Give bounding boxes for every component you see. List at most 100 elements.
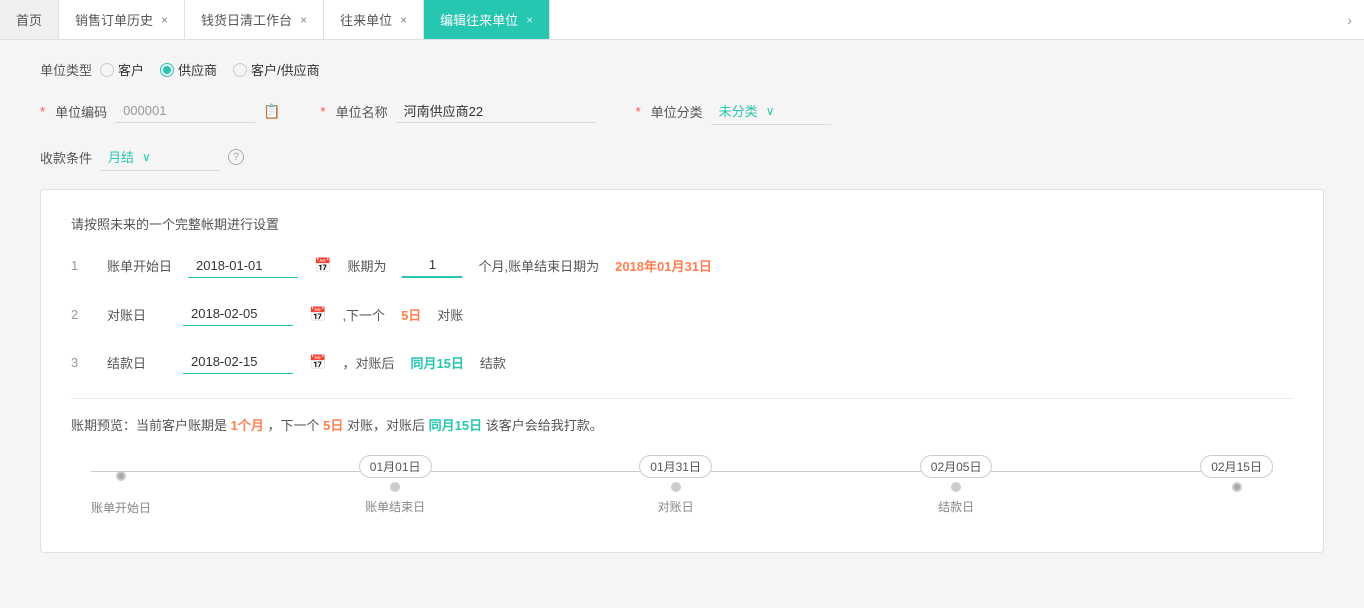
payment-date-input[interactable] xyxy=(183,350,293,374)
tab-counterpart[interactable]: 往来单位 × xyxy=(324,0,424,39)
preview-suffix: 该客户会给我打款。 xyxy=(486,418,603,433)
period-unit: 个月,账单结束日期为 xyxy=(478,256,599,275)
radio-both-label: 客户/供应商 xyxy=(251,60,320,79)
unit-category-label: 单位分类 xyxy=(651,102,703,121)
tab-edit-counterpart-close[interactable]: × xyxy=(526,13,533,27)
tab-sales-order[interactable]: 销售订单历史 × xyxy=(59,0,185,39)
payment-condition-value: 月结 xyxy=(108,147,134,166)
tl-dot-2 xyxy=(671,482,681,492)
tab-bar: 首页 销售订单历史 × 钱货日清工作台 × 往来单位 × 编辑往来单位 × › xyxy=(0,0,1364,40)
help-icon[interactable]: ? xyxy=(228,149,244,165)
chevron-down-icon: ∨ xyxy=(766,104,775,118)
tl-dot-1 xyxy=(390,482,400,492)
start-date-cal-icon[interactable]: 📅 xyxy=(314,257,331,274)
reconcile-note-suffix: 对账 xyxy=(437,305,463,324)
unit-code-label: 单位编码 xyxy=(55,102,107,121)
unit-category-star: * xyxy=(636,104,641,119)
payment-note-suffix: 结款 xyxy=(480,353,506,372)
payment-condition-chevron: ∨ xyxy=(142,150,151,164)
unit-code-icon[interactable]: 📋 xyxy=(263,103,280,120)
end-date-highlight: 2018年01月31日 xyxy=(615,256,712,275)
payment-condition-label: 收款条件 xyxy=(40,148,92,167)
unit-info-row: * 单位编码 📋 * 单位名称 * 单位分类 未分类 ∨ xyxy=(40,97,1324,125)
tl-sub-0: 账单开始日 xyxy=(91,499,151,516)
unit-type-row: 单位类型 客户 供应商 客户/供应商 xyxy=(40,60,1324,79)
radio-both[interactable]: 客户/供应商 xyxy=(233,60,320,79)
radio-group: 客户 供应商 客户/供应商 xyxy=(100,60,320,79)
card-instruction: 请按照未来的一个完整帐期进行设置 xyxy=(71,214,1293,233)
tl-label-4: 02月15日 xyxy=(1200,455,1273,478)
start-date-input[interactable] xyxy=(188,254,298,278)
payment-condition-select[interactable]: 月结 ∨ xyxy=(100,143,220,171)
tl-dot-3 xyxy=(951,482,961,492)
radio-supplier[interactable]: 供应商 xyxy=(160,60,217,79)
unit-name-star: * xyxy=(321,104,326,119)
reconcile-note-prefix: ,下一个 xyxy=(342,305,385,324)
reconcile-date-cal-icon[interactable]: 📅 xyxy=(309,306,326,323)
tab-arrow[interactable]: › xyxy=(1335,12,1364,28)
tab-sales-order-label: 销售订单历史 xyxy=(75,10,153,29)
tab-home-label: 首页 xyxy=(16,10,42,29)
tl-label-2: 01月31日 xyxy=(639,455,712,478)
tl-point-1: 01月01日 账单结束日 xyxy=(359,455,432,515)
payment-date-label: 结款日 xyxy=(107,353,167,372)
tab-sales-order-close[interactable]: × xyxy=(161,13,168,27)
page-content: 单位类型 客户 供应商 客户/供应商 * 单位编码 xyxy=(0,40,1364,608)
unit-category-value: 未分类 xyxy=(719,101,758,120)
period-input[interactable] xyxy=(402,253,462,278)
unit-name-label: 单位名称 xyxy=(336,102,388,121)
unit-type-label: 单位类型 xyxy=(40,60,92,79)
payment-condition-row: 收款条件 月结 ∨ ? xyxy=(40,143,1324,171)
timeline-points: 账单开始日 01月01日 账单结束日 01月31日 对账日 xyxy=(91,463,1273,523)
unit-category-select[interactable]: 未分类 ∨ xyxy=(711,97,831,125)
payment-note-highlight: 同月15日 xyxy=(410,353,463,372)
timeline: 账单开始日 01月01日 账单结束日 01月31日 对账日 xyxy=(71,458,1293,528)
preview-part2: 5日 xyxy=(323,418,343,433)
tab-cash-reconcile-label: 钱货日清工作台 xyxy=(201,10,292,29)
preview-part1: 1个月 xyxy=(231,418,264,433)
radio-supplier-label: 供应商 xyxy=(178,60,217,79)
tab-cash-reconcile[interactable]: 钱货日清工作台 × xyxy=(185,0,324,39)
preview-part3: 同月15日 xyxy=(429,418,482,433)
unit-code-input[interactable] xyxy=(115,99,255,123)
preview-mid2: 对账，对账后 xyxy=(347,418,425,433)
preview-mid1: ，下一个 xyxy=(268,418,320,433)
payment-date-cal-icon[interactable]: 📅 xyxy=(309,354,326,371)
tl-point-2: 01月31日 对账日 xyxy=(639,455,712,515)
reconcile-date-input[interactable] xyxy=(183,302,293,326)
tl-sub-3: 结款日 xyxy=(938,498,974,515)
reconcile-date-label: 对账日 xyxy=(107,305,167,324)
reconcile-note-highlight: 5日 xyxy=(401,305,421,324)
tl-point-0: 账单开始日 xyxy=(91,463,151,516)
radio-customer-label: 客户 xyxy=(118,60,144,79)
preview-text: 账期预览：当前客户账期是 1个月 ，下一个 5日 对账，对账后 同月15日 该客… xyxy=(71,415,1293,434)
tl-label-3: 02月05日 xyxy=(920,455,993,478)
tl-point-4: 02月15日 xyxy=(1200,455,1273,498)
row-num-3: 3 xyxy=(71,355,91,370)
radio-customer[interactable]: 客户 xyxy=(100,60,144,79)
tab-edit-counterpart-label: 编辑往来单位 xyxy=(440,10,518,29)
tl-label-1: 01月01日 xyxy=(359,455,432,478)
row-num-1: 1 xyxy=(71,258,91,273)
unit-name-input[interactable] xyxy=(396,99,596,123)
radio-both-circle xyxy=(233,63,247,77)
preview-section: 账期预览：当前客户账期是 1个月 ，下一个 5日 对账，对账后 同月15日 该客… xyxy=(71,398,1293,528)
radio-customer-circle xyxy=(100,63,114,77)
tab-cash-reconcile-close[interactable]: × xyxy=(300,13,307,27)
settings-card: 请按照未来的一个完整帐期进行设置 1 账单开始日 📅 账期为 个月,账单结束日期… xyxy=(40,189,1324,553)
radio-supplier-circle xyxy=(160,63,174,77)
tl-dot-4 xyxy=(1232,482,1242,492)
unit-type-group: 单位类型 客户 供应商 客户/供应商 xyxy=(40,60,320,79)
unit-name-group: * 单位名称 xyxy=(321,99,596,123)
tab-edit-counterpart[interactable]: 编辑往来单位 × xyxy=(424,0,550,39)
tab-counterpart-label: 往来单位 xyxy=(340,10,392,29)
preview-prefix: 账期预览：当前客户账期是 xyxy=(71,418,227,433)
unit-code-group: * 单位编码 📋 xyxy=(40,99,281,123)
tab-counterpart-close[interactable]: × xyxy=(400,13,407,27)
tab-home[interactable]: 首页 xyxy=(0,0,59,39)
unit-code-star: * xyxy=(40,104,45,119)
payment-note-prefix: ，对账后 xyxy=(342,353,394,372)
tl-point-3: 02月05日 结款日 xyxy=(920,455,993,515)
setting-row-2: 2 对账日 📅 ,下一个 5日 对账 xyxy=(71,302,1293,326)
period-sep: 账期为 xyxy=(347,256,386,275)
